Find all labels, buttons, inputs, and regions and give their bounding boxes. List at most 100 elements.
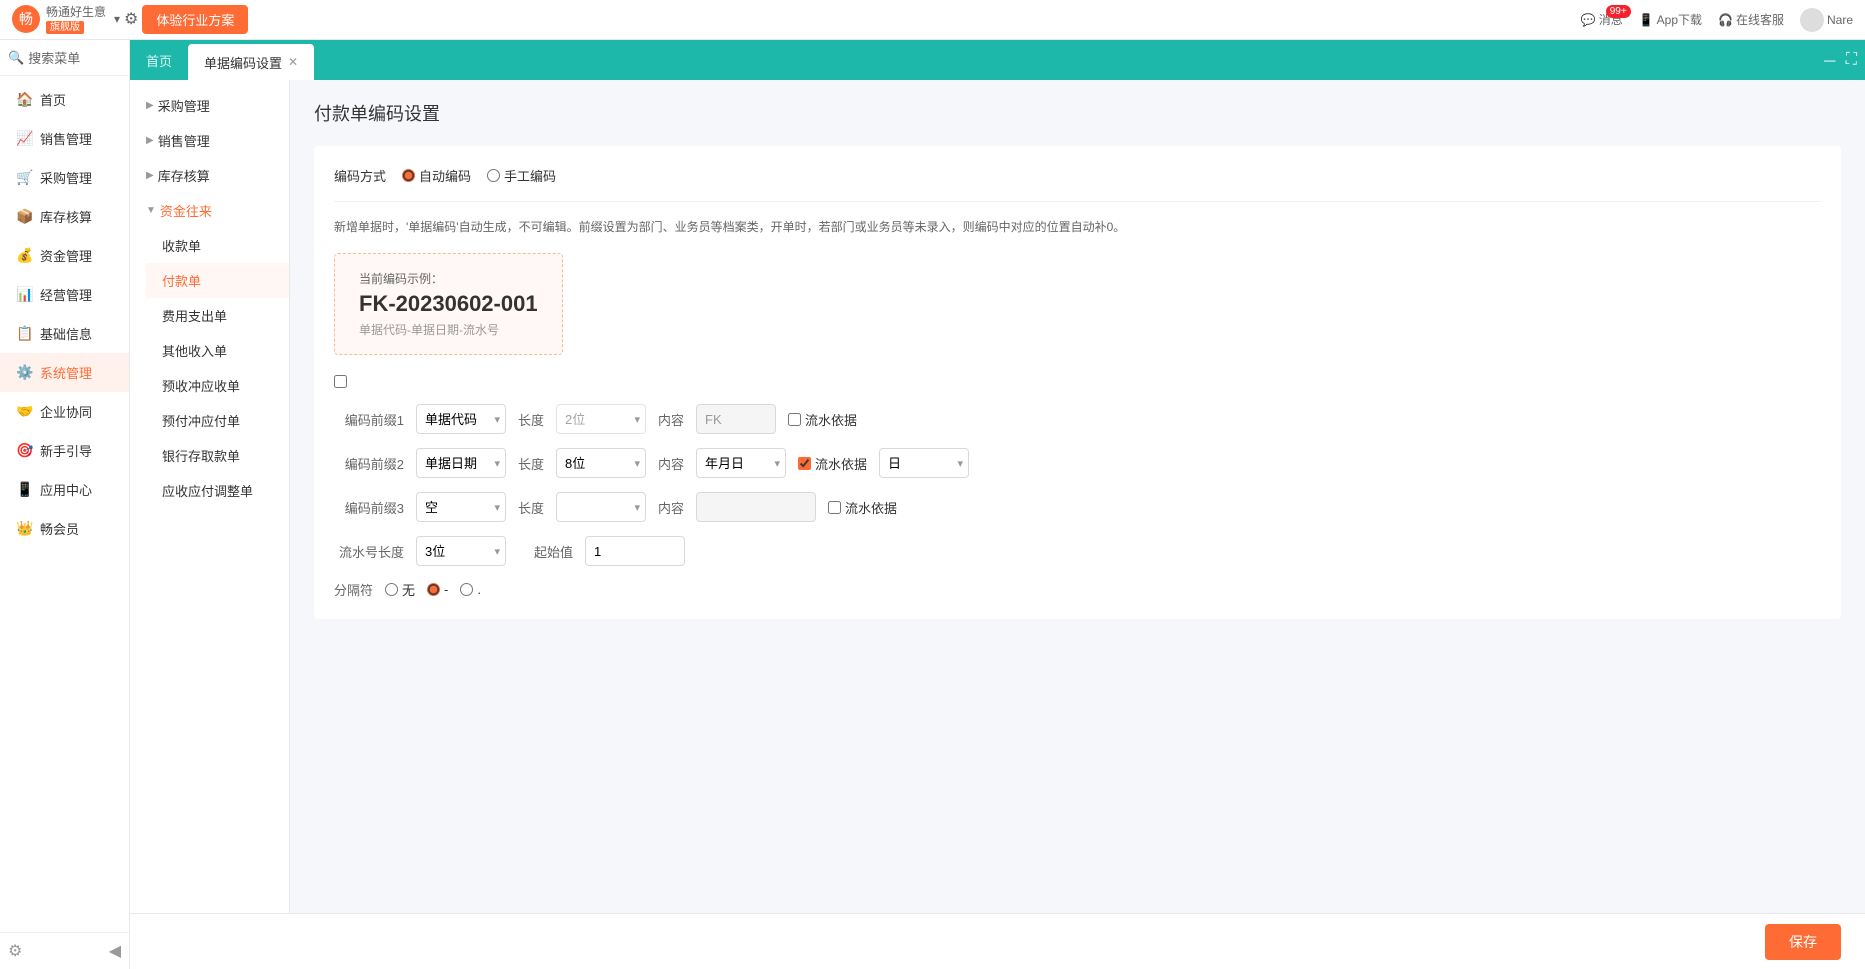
serial-length-label: 流水号长度	[334, 542, 404, 561]
app-download-item[interactable]: 📱 App下载	[1639, 11, 1702, 28]
prefix1-label: 编码前缀1	[334, 410, 404, 429]
preview-label: 当前编码示例：	[359, 270, 538, 287]
username: Nare	[1827, 13, 1853, 27]
inventory-icon: 📦	[16, 208, 32, 225]
sidebar-item-apps[interactable]: 📱 应用中心	[0, 470, 129, 509]
sub-menu-inventory[interactable]: ▶ 库存核算	[130, 158, 289, 193]
sales-icon: 📈	[16, 130, 32, 147]
prefix3-row: 编码前缀3 空 单据代码 单据日期 长度	[334, 492, 1821, 522]
sub-item-adjustment[interactable]: 应收应付调整单	[146, 473, 289, 508]
sep-hyphen-radio[interactable]: -	[427, 582, 448, 597]
start-value-input[interactable]	[585, 536, 685, 566]
prefix2-content-select[interactable]: 年月日 年月 年	[696, 448, 786, 478]
prefix2-select-wrapper[interactable]: 单据日期 单据代码 空	[416, 448, 506, 478]
sidebar-item-enterprise[interactable]: 🤝 企业协同	[0, 392, 129, 431]
sidebar-search[interactable]: 🔍 搜索菜单	[0, 40, 129, 76]
prefix1-content-input[interactable]	[696, 404, 776, 434]
encode-method-row: 编码方式 自动编码 手工编码	[334, 166, 1821, 202]
top-bar-left: 畅 畅通好生意 旗舰版 ▾ ⚙ 体验行业方案	[12, 5, 248, 34]
prefix2-period-select-wrapper[interactable]: 日 月 年	[879, 448, 969, 478]
sep-dot-radio[interactable]: .	[460, 582, 481, 597]
sub-item-other-income[interactable]: 其他收入单	[146, 333, 289, 368]
prefix1-select-wrapper[interactable]: 单据代码 部门 业务员 空	[416, 404, 506, 434]
sidebar-item-guide[interactable]: 🎯 新手引导	[0, 431, 129, 470]
sub-menu-funds[interactable]: ▼ 资金往来	[130, 193, 289, 228]
logo-text: 畅通好生意 旗舰版	[46, 5, 106, 34]
manual-encode-radio[interactable]: 手工编码	[487, 166, 556, 185]
sidebar-item-finance[interactable]: 💰 资金管理	[0, 236, 129, 275]
serial-length-select[interactable]: 3位 4位 5位	[416, 536, 506, 566]
sidebar-item-basic[interactable]: 📋 基础信息	[0, 314, 129, 353]
sidebar-item-system[interactable]: ⚙️ 系统管理	[0, 353, 129, 392]
sidebar-item-management[interactable]: 📊 经营管理	[0, 275, 129, 314]
prefix1-length-select[interactable]: 2位	[556, 404, 646, 434]
sidebar-item-inventory[interactable]: 📦 库存核算	[0, 197, 129, 236]
prefix2-content-select-wrapper[interactable]: 年月日 年月 年	[696, 448, 786, 478]
bottom-bar: 保存	[130, 913, 1865, 969]
nav-dropdown[interactable]: ▾	[114, 12, 120, 26]
sub-menu-purchase[interactable]: ▶ 采购管理	[130, 88, 289, 123]
sub-item-pre-receivable[interactable]: 预收冲应收单	[146, 368, 289, 403]
auto-fill-checkbox[interactable]	[334, 375, 347, 388]
chevron-down-icon: ▼	[146, 205, 156, 216]
prefix3-length-select-wrapper[interactable]	[556, 492, 646, 522]
prefix1-length-label: 长度	[518, 410, 544, 429]
sub-item-bank[interactable]: 银行存取款单	[146, 438, 289, 473]
start-value-label: 起始值	[534, 542, 573, 561]
prefix2-row: 编码前缀2 单据日期 单据代码 空 长度	[334, 448, 1821, 478]
sidebar-item-purchase[interactable]: 🛒 采购管理	[0, 158, 129, 197]
prefix3-select[interactable]: 空 单据代码 单据日期	[416, 492, 506, 522]
sub-item-receipt[interactable]: 收款单	[146, 228, 289, 263]
sidebar-footer: ⚙ ◀	[0, 932, 129, 969]
logo: 畅 畅通好生意 旗舰版	[12, 5, 106, 34]
prefix2-length-label: 长度	[518, 454, 544, 473]
apps-icon: 📱	[16, 481, 32, 498]
sidebar-item-home[interactable]: 🏠 首页	[0, 80, 129, 119]
preview-box: 当前编码示例： FK-20230602-001 单据代码-单据日期-流水号	[334, 253, 563, 355]
minimize-icon[interactable]: －	[1822, 48, 1838, 72]
user-profile[interactable]: Nare	[1800, 8, 1853, 32]
serial-length-select-wrapper[interactable]: 3位 4位 5位	[416, 536, 506, 566]
maximize-icon[interactable]: ⛶	[1846, 51, 1857, 69]
prefix2-length-select[interactable]: 8位 4位 6位	[556, 448, 646, 478]
tab-encode-settings[interactable]: 单据编码设置 ✕	[188, 44, 314, 80]
prefix1-content-label: 内容	[658, 410, 684, 429]
prefix1-select[interactable]: 单据代码 部门 业务员 空	[416, 404, 506, 434]
sidebar-item-member[interactable]: 👑 畅会员	[0, 509, 129, 548]
tab-home[interactable]: 首页	[130, 40, 188, 80]
sep-none-radio[interactable]: 无	[385, 580, 415, 599]
funds-children: 收款单 付款单 费用支出单 其他收入单 预收冲应收单	[130, 228, 289, 508]
prefix2-period-select[interactable]: 日 月 年	[879, 448, 969, 478]
prefix2-length-select-wrapper[interactable]: 8位 4位 6位	[556, 448, 646, 478]
message-item[interactable]: 💬 消息 99+	[1581, 11, 1623, 28]
prefix3-select-wrapper[interactable]: 空 单据代码 单据日期	[416, 492, 506, 522]
trial-button[interactable]: 体验行业方案	[142, 5, 248, 34]
sidebar-item-sales[interactable]: 📈 销售管理	[0, 119, 129, 158]
save-button[interactable]: 保存	[1765, 924, 1841, 960]
purchase-icon: 🛒	[16, 169, 32, 186]
prefix3-length-select[interactable]	[556, 492, 646, 522]
sub-item-expense[interactable]: 费用支出单	[146, 298, 289, 333]
tab-close-icon[interactable]: ✕	[288, 55, 298, 69]
prefix2-select[interactable]: 单据日期 单据代码 空	[416, 448, 506, 478]
prefix1-length-select-wrapper[interactable]: 2位	[556, 404, 646, 434]
settings-footer-btn[interactable]: ⚙	[8, 941, 22, 961]
sidebar: 🔍 搜索菜单 🏠 首页 📈 销售管理 🛒 采购管理 📦 库存核算 💰	[0, 40, 130, 969]
sub-menu-sales[interactable]: ▶ 销售管理	[130, 123, 289, 158]
sub-item-payment[interactable]: 付款单	[146, 263, 289, 298]
prefix1-stream-checkbox[interactable]	[788, 413, 801, 426]
online-service-item[interactable]: 🎧 在线客服	[1718, 11, 1784, 28]
auto-encode-radio[interactable]: 自动编码	[402, 166, 471, 185]
settings-icon[interactable]: ⚙	[124, 9, 138, 29]
prefix3-content-input[interactable]	[696, 492, 816, 522]
collapse-sidebar-btn[interactable]: ◀	[109, 941, 121, 961]
top-bar: 畅 畅通好生意 旗舰版 ▾ ⚙ 体验行业方案 💬 消息 99+ 📱 App下载 …	[0, 0, 1865, 40]
prefix2-stream-checkbox[interactable]	[798, 457, 811, 470]
tab-bar-actions: － ⛶	[1822, 48, 1865, 72]
separator-radio-group: 无 - .	[385, 580, 481, 599]
sidebar-menu: 🏠 首页 📈 销售管理 🛒 采购管理 📦 库存核算 💰 资金管理 📊 经	[0, 76, 129, 932]
prefix3-stream-checkbox[interactable]	[828, 501, 841, 514]
sub-item-pre-payable[interactable]: 预付冲应付单	[146, 403, 289, 438]
member-icon: 👑	[16, 520, 32, 537]
chevron-right-icon: ▶	[146, 135, 154, 146]
